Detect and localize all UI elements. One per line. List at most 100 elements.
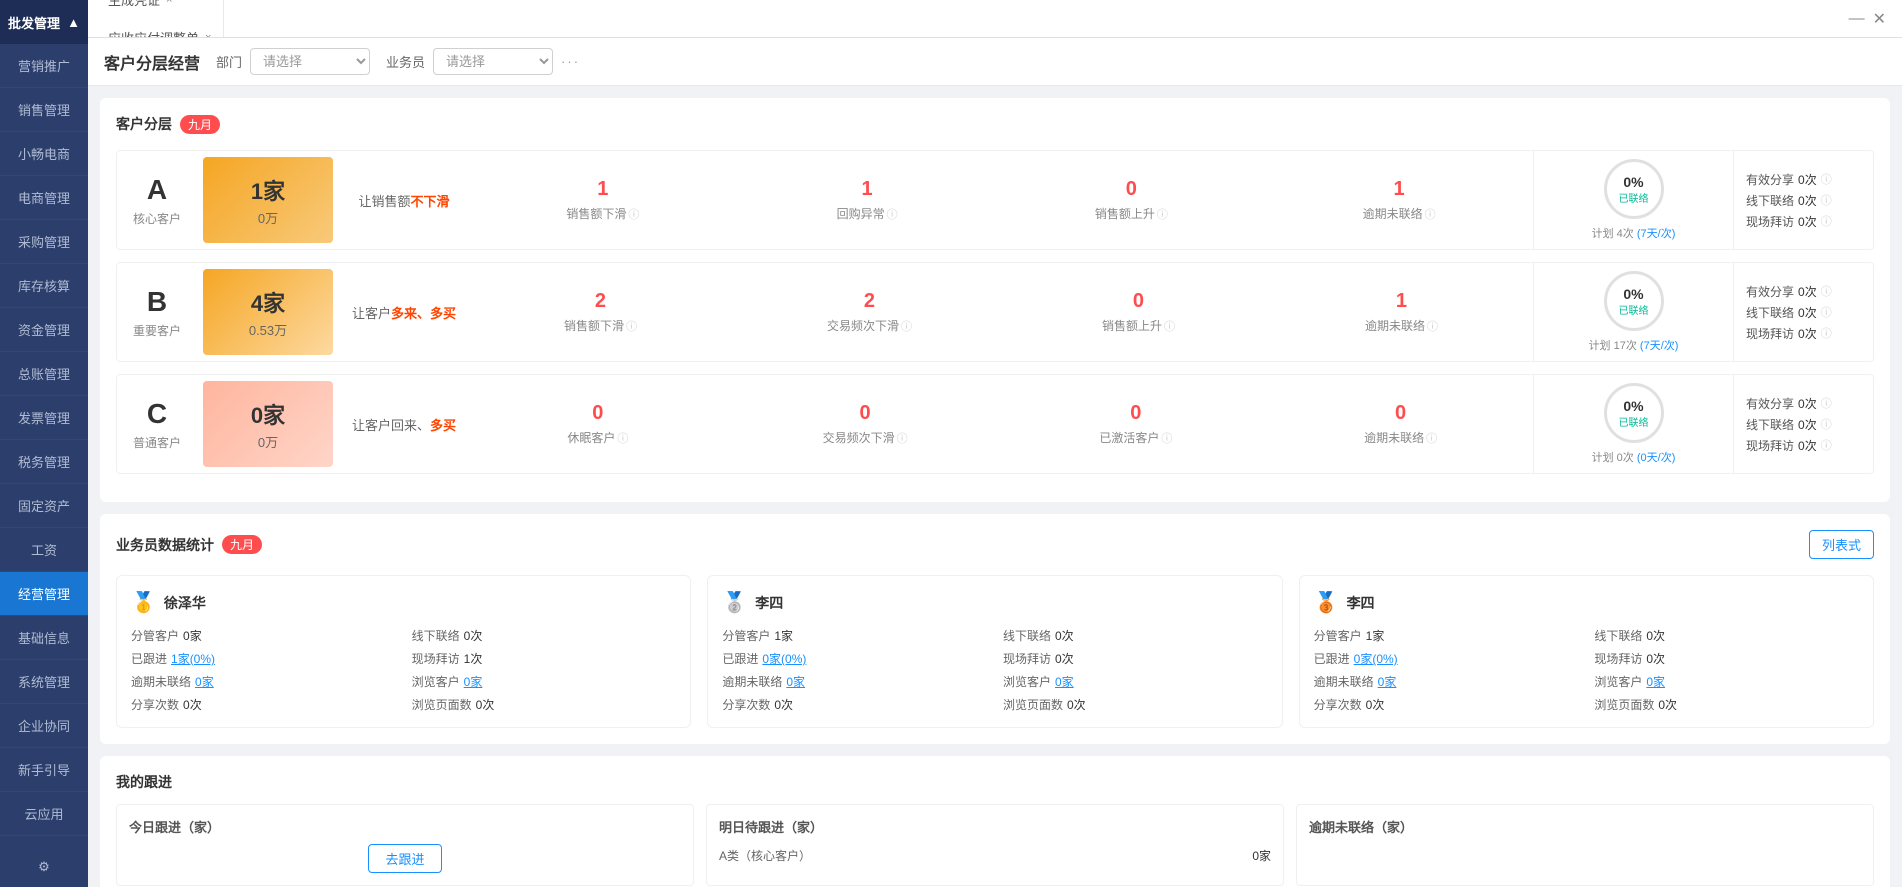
info-icon[interactable]: ⓘ xyxy=(1821,213,1832,229)
stat-item[interactable]: 1逾期未联络 ⓘ xyxy=(1353,282,1450,342)
biz-row-value[interactable]: 0家 xyxy=(786,673,805,690)
plan-freq[interactable]: (0天/次) xyxy=(1637,452,1676,464)
sidebar-item-系统管理[interactable]: 系统管理 xyxy=(0,660,88,704)
info-icon[interactable]: ⓘ xyxy=(1821,416,1832,432)
info-icon[interactable]: ⓘ xyxy=(1157,206,1168,222)
sidebar-item-税务管理[interactable]: 税务管理 xyxy=(0,440,88,484)
sidebar-item-新手引导[interactable]: 新手引导 xyxy=(0,748,88,792)
sidebar-collapse-icon[interactable]: ▲ xyxy=(67,15,80,30)
biz-row-value[interactable]: 0家 xyxy=(464,673,483,690)
biz-row-label: 浏览页面数 xyxy=(412,696,472,713)
plan-freq[interactable]: (7天/次) xyxy=(1637,228,1676,240)
info-icon[interactable]: ⓘ xyxy=(897,430,908,446)
window-minimize-icon[interactable]: — xyxy=(1849,10,1865,28)
biz-row: 分管客户0家 xyxy=(131,627,396,644)
window-close-icon[interactable]: ✕ xyxy=(1873,9,1886,29)
stat-item[interactable]: 0销售额上升 ⓘ xyxy=(1083,170,1180,230)
stat-item[interactable]: 1逾期未联络 ⓘ xyxy=(1351,170,1448,230)
tier-count-box[interactable]: 1家0万 xyxy=(203,157,333,243)
tier-count-box[interactable]: 4家0.53万 xyxy=(203,269,333,355)
info-icon[interactable]: ⓘ xyxy=(901,318,912,334)
stat-item[interactable]: 0已激活客户 ⓘ xyxy=(1087,394,1184,454)
sidebar-item-营销推广[interactable]: 营销推广 xyxy=(0,44,88,88)
tier-contact-box: 0% 已联络 计划 17次 (7天/次) xyxy=(1533,263,1733,361)
biz-row-value[interactable]: 0家 xyxy=(1646,673,1665,690)
sidebar-item-销售管理[interactable]: 销售管理 xyxy=(0,88,88,132)
info-icon[interactable]: ⓘ xyxy=(1821,171,1832,187)
info-icon[interactable]: ⓘ xyxy=(617,430,628,446)
biz-row-value[interactable]: 0家 xyxy=(195,673,214,690)
info-icon[interactable]: ⓘ xyxy=(1425,206,1436,222)
staff-select[interactable]: 请选择 xyxy=(433,48,553,75)
dept-label: 部门 xyxy=(216,52,242,71)
sidebar-item-基础信息[interactable]: 基础信息 xyxy=(0,616,88,660)
sidebar-item-小畅电商[interactable]: 小畅电商 xyxy=(0,132,88,176)
sidebar-item-电商管理[interactable]: 电商管理 xyxy=(0,176,88,220)
stat-item[interactable]: 0逾期未联络 ⓘ xyxy=(1352,394,1449,454)
info-icon[interactable]: ⓘ xyxy=(1821,437,1832,453)
biz-row-value[interactable]: 0家(0%) xyxy=(762,650,806,667)
biz-row-value: 0次 xyxy=(1366,696,1385,713)
sidebar-item-资金管理[interactable]: 资金管理 xyxy=(0,308,88,352)
info-icon[interactable]: ⓘ xyxy=(1821,192,1832,208)
info-icon[interactable]: ⓘ xyxy=(1164,318,1175,334)
info-icon[interactable]: ⓘ xyxy=(628,206,639,222)
info-icon[interactable]: ⓘ xyxy=(1821,304,1832,320)
sidebar-item-固定资产[interactable]: 固定资产 xyxy=(0,484,88,528)
tier-count-box[interactable]: 0家0万 xyxy=(203,381,333,467)
stat-item[interactable]: 1销售额下滑 ⓘ xyxy=(554,170,651,230)
stat-item[interactable]: 0销售额上升 ⓘ xyxy=(1090,282,1187,342)
biz-header-left: 业务员数据统计 九月 xyxy=(116,535,262,555)
biz-card-2: 🥉李四分管客户1家线下联络0次已跟进0家(0%)现场拜访0次逾期未联络0家浏览客… xyxy=(1299,575,1874,728)
biz-row: 分享次数0次 xyxy=(131,696,396,713)
tab-close-icon[interactable]: × xyxy=(166,0,172,6)
info-icon[interactable]: ⓘ xyxy=(1821,395,1832,411)
biz-row-label: 分享次数 xyxy=(131,696,179,713)
contact-label: 已联络 xyxy=(1619,414,1649,429)
biz-card-1: 🥈李四分管客户1家线下联络0次已跟进0家(0%)现场拜访0次逾期未联络0家浏览客… xyxy=(707,575,1282,728)
dept-select[interactable]: 请选择 xyxy=(250,48,370,75)
sidebar-item-云应用[interactable]: 云应用 xyxy=(0,792,88,836)
biz-row-label: 现场拜访 xyxy=(1594,650,1642,667)
stat-item[interactable]: 2销售额下滑 ⓘ xyxy=(552,282,649,342)
filter-more-icon[interactable]: ··· xyxy=(561,54,580,69)
info-icon[interactable]: ⓘ xyxy=(1426,430,1437,446)
biz-row-value[interactable]: 0家 xyxy=(1378,673,1397,690)
sidebar-item-发票管理[interactable]: 发票管理 xyxy=(0,396,88,440)
biz-row-value[interactable]: 0家(0%) xyxy=(1354,650,1398,667)
info-icon[interactable]: ⓘ xyxy=(1161,430,1172,446)
biz-row-value[interactable]: 0家 xyxy=(1055,673,1074,690)
right-stat-row: 线下联络0次ⓘ xyxy=(1746,192,1861,209)
sidebar-item-企业协同[interactable]: 企业协同 xyxy=(0,704,88,748)
stat-item[interactable]: 0休眠客户 ⓘ xyxy=(553,394,643,454)
info-icon[interactable]: ⓘ xyxy=(1427,318,1438,334)
plan-freq[interactable]: (7天/次) xyxy=(1640,340,1679,352)
tab-应收应付调整单[interactable]: 应收应付调整单× xyxy=(96,19,224,39)
stat-item[interactable]: 1回购异常 ⓘ xyxy=(822,170,912,230)
sidebar-item-库存核算[interactable]: 库存核算 xyxy=(0,264,88,308)
stat-num: 0 xyxy=(1130,402,1141,425)
biz-row: 分享次数0次 xyxy=(1314,696,1579,713)
info-icon[interactable]: ⓘ xyxy=(1821,283,1832,299)
stat-label: 交易频次下滑 ⓘ xyxy=(823,429,908,446)
contact-plan: 计划 4次 (7天/次) xyxy=(1592,225,1676,241)
sidebar-item-采购管理[interactable]: 采购管理 xyxy=(0,220,88,264)
settings-icon[interactable]: ⚙ xyxy=(0,847,88,887)
contact-plan: 计划 17次 (7天/次) xyxy=(1589,337,1679,353)
info-icon[interactable]: ⓘ xyxy=(887,206,898,222)
sidebar-item-总账管理[interactable]: 总账管理 xyxy=(0,352,88,396)
biz-row-label: 分享次数 xyxy=(1314,696,1362,713)
info-icon[interactable]: ⓘ xyxy=(1821,325,1832,341)
biz-row-label: 浏览页面数 xyxy=(1594,696,1654,713)
followup-col-title: 逾期未联络（家） xyxy=(1309,817,1861,836)
stat-item[interactable]: 2交易频次下滑 ⓘ xyxy=(815,282,924,342)
sidebar-item-工资[interactable]: 工资 xyxy=(0,528,88,572)
info-icon[interactable]: ⓘ xyxy=(626,318,637,334)
goto-button[interactable]: 去跟进 xyxy=(368,844,441,873)
stat-item[interactable]: 0交易频次下滑 ⓘ xyxy=(811,394,920,454)
tab-生成凭证[interactable]: 生成凭证× xyxy=(96,0,224,19)
sidebar-item-经营管理[interactable]: 经营管理 xyxy=(0,572,88,616)
tier-name: 重要客户 xyxy=(133,322,181,339)
list-view-button[interactable]: 列表式 xyxy=(1809,530,1874,559)
biz-row-value[interactable]: 1家(0%) xyxy=(171,650,215,667)
